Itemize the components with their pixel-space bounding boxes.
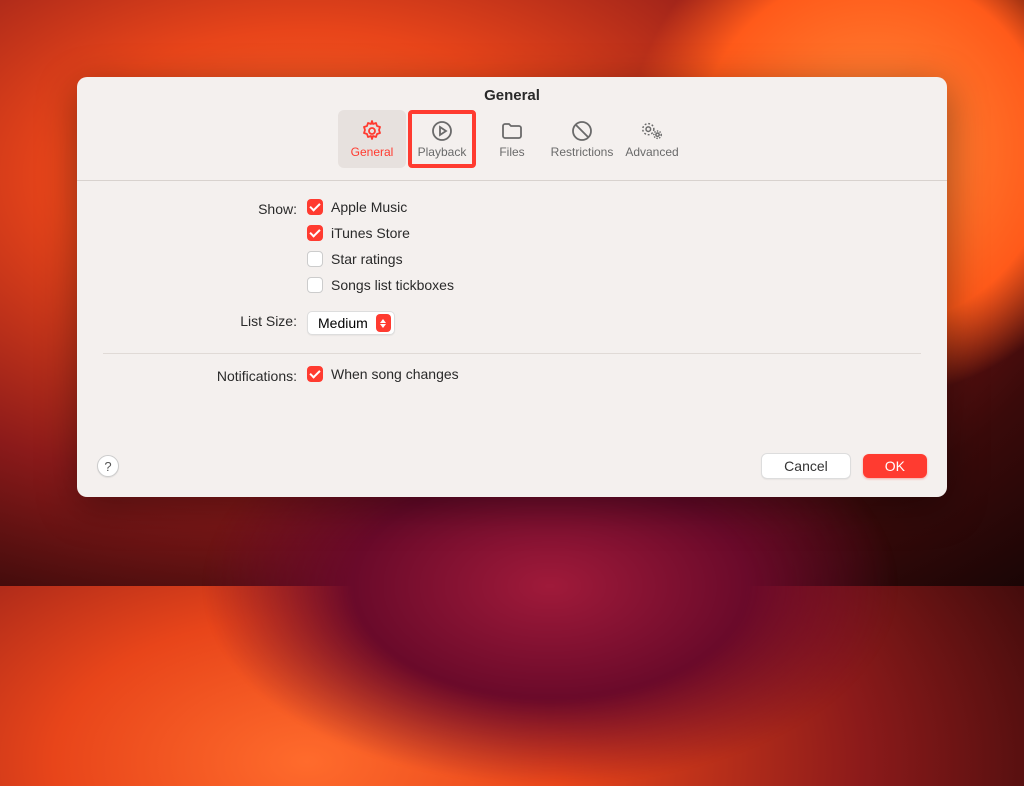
check-songs-tickboxes[interactable]: Songs list tickboxes xyxy=(307,277,454,293)
tab-files[interactable]: Files xyxy=(478,110,546,168)
check-label: iTunes Store xyxy=(331,225,410,241)
check-when-song-changes[interactable]: When song changes xyxy=(307,366,459,382)
help-button[interactable]: ? xyxy=(97,455,119,477)
folder-icon xyxy=(500,119,524,143)
tab-label: Advanced xyxy=(625,145,678,159)
tab-label: Files xyxy=(499,145,524,159)
ok-button[interactable]: OK xyxy=(863,454,927,478)
checkbox-icon[interactable] xyxy=(307,277,323,293)
preferences-toolbar: General Playback Files Restrictions Adva… xyxy=(77,110,947,181)
tab-general[interactable]: General xyxy=(338,110,406,168)
checkbox-icon[interactable] xyxy=(307,199,323,215)
no-entry-icon xyxy=(570,119,594,143)
checkbox-icon[interactable] xyxy=(307,225,323,241)
check-label: Songs list tickboxes xyxy=(331,277,454,293)
check-label: Apple Music xyxy=(331,199,407,215)
notifications-label: Notifications: xyxy=(103,366,307,384)
list-size-select[interactable]: Medium xyxy=(307,311,395,335)
dialog-title: General xyxy=(77,77,947,110)
tab-label: Restrictions xyxy=(551,145,614,159)
check-label: When song changes xyxy=(331,366,459,382)
checkbox-icon[interactable] xyxy=(307,366,323,382)
list-size-label: List Size: xyxy=(103,311,307,329)
cancel-button[interactable]: Cancel xyxy=(761,453,851,479)
select-value: Medium xyxy=(318,315,368,331)
tab-label: General xyxy=(351,145,394,159)
check-itunes-store[interactable]: iTunes Store xyxy=(307,225,454,241)
stepper-icon xyxy=(376,314,391,332)
tab-advanced[interactable]: Advanced xyxy=(618,110,686,168)
tab-label: Playback xyxy=(418,145,467,159)
check-apple-music[interactable]: Apple Music xyxy=(307,199,454,215)
dialog-footer: ? Cancel OK xyxy=(77,441,947,497)
checkbox-icon[interactable] xyxy=(307,251,323,267)
tab-restrictions[interactable]: Restrictions xyxy=(548,110,616,168)
show-label: Show: xyxy=(103,199,307,217)
gear-icon xyxy=(360,119,384,143)
preferences-dialog: General General Playback Files Restricti… xyxy=(77,77,947,497)
check-label: Star ratings xyxy=(331,251,403,267)
check-star-ratings[interactable]: Star ratings xyxy=(307,251,454,267)
play-circle-icon xyxy=(430,119,454,143)
tab-playback[interactable]: Playback xyxy=(408,110,476,168)
gears-icon xyxy=(640,119,664,143)
content-area: Show: Apple Music iTunes Store Star rati… xyxy=(77,181,947,441)
